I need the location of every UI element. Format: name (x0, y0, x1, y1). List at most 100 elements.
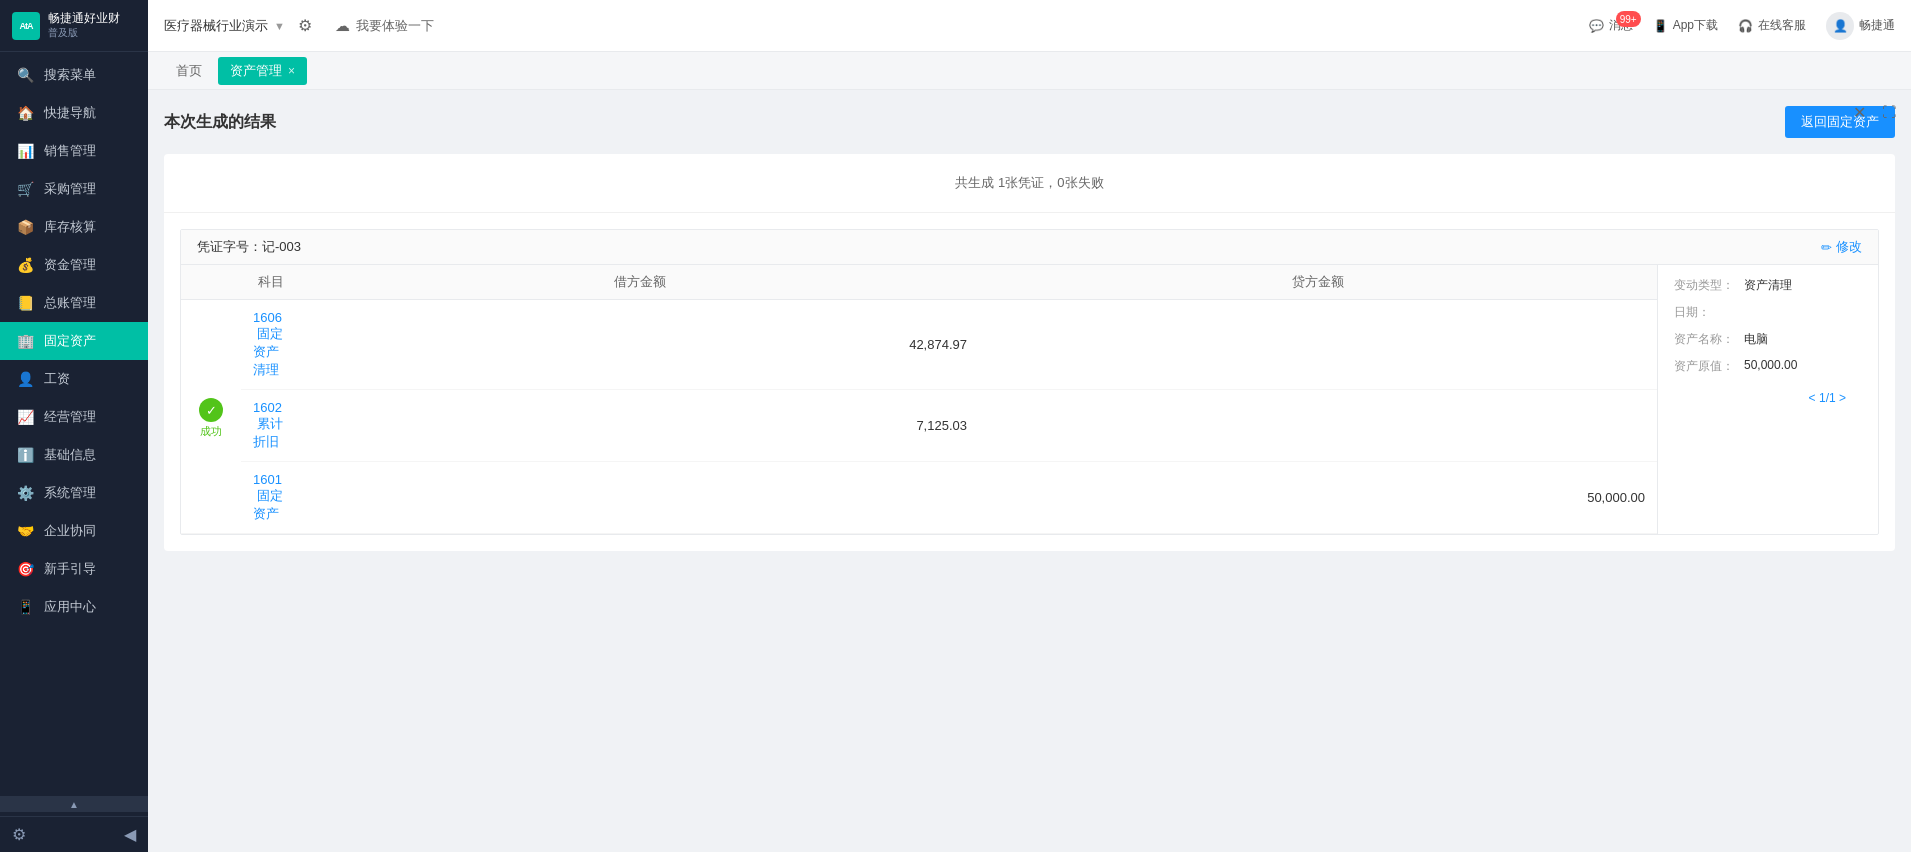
search-icon: 🔍 (16, 66, 34, 84)
close-panel-button[interactable]: ✕ (1847, 100, 1871, 124)
messages-button[interactable]: 💬 消息 99+ (1589, 17, 1633, 34)
online-service-button[interactable]: 🎧 在线客服 (1738, 17, 1806, 34)
sidebar-item-fixed-assets[interactable]: 🏢 固定资产 (0, 322, 148, 360)
tab-asset-management[interactable]: 资产管理 × (218, 57, 307, 85)
sidebar-item-ledger[interactable]: 📒 总账管理 (0, 284, 148, 322)
experience-cloud-icon: ☁ (335, 17, 350, 35)
sidebar-scroll-up[interactable]: ▲ (0, 796, 148, 812)
app-download-button[interactable]: 📱 App下载 (1653, 17, 1718, 34)
change-type-value: 资产清理 (1744, 277, 1792, 294)
experience-label: 我要体验一下 (356, 17, 434, 35)
pagination: < 1/1 > (1674, 385, 1862, 411)
asset-name-label: 资产名称： (1674, 331, 1744, 348)
sidebar-item-basic-info[interactable]: ℹ️ 基础信息 (0, 436, 148, 474)
sidebar-item-system[interactable]: ⚙️ 系统管理 (0, 474, 148, 512)
col-debit: 借方金额 (301, 265, 979, 300)
company-dropdown-icon: ▼ (274, 20, 285, 32)
sidebar-item-capital[interactable]: 💰 资金管理 (0, 246, 148, 284)
sidebar-bottom: ⚙ ◀ (0, 816, 148, 852)
sidebar-logo: AtA 畅捷通好业财 普及版 (0, 0, 148, 52)
voucher-number: 凭证字号：记-003 (197, 238, 301, 256)
voucher-block: 凭证字号：记-003 ✏ 修改 科目 (180, 229, 1879, 535)
sidebar-item-inventory[interactable]: 📦 库存核算 (0, 208, 148, 246)
app-center-icon: 📱 (16, 598, 34, 616)
settings-bottom-icon[interactable]: ⚙ (12, 825, 26, 844)
success-label: 成功 (200, 424, 222, 439)
ledger-icon: 📒 (16, 294, 34, 312)
pagination-prev[interactable]: < (1809, 391, 1816, 405)
capital-icon: 💰 (16, 256, 34, 274)
collapse-icon[interactable]: ◀ (124, 825, 136, 844)
credit-amount-cell: 50,000.00 (979, 462, 1657, 534)
row-status-cell: ✓ 成功 (181, 300, 241, 534)
topbar-settings-button[interactable]: ⚙ (291, 12, 319, 40)
logo-icon: AtA (12, 12, 40, 40)
messages-icon: 💬 (1589, 19, 1604, 33)
main-area: 医疗器械行业演示 ▼ ⚙ ☁ 我要体验一下 💬 消息 99+ 📱 App下载 🎧… (148, 0, 1911, 852)
enterprise-icon: 🤝 (16, 522, 34, 540)
logo-title: 畅捷通好业财 (48, 11, 120, 27)
user-profile-button[interactable]: 👤 畅捷通 (1826, 12, 1895, 40)
subject-name-cell: 1602 累计折旧 (241, 390, 301, 462)
sidebar-item-salary[interactable]: 👤 工资 (0, 360, 148, 398)
change-type-label: 变动类型： (1674, 277, 1744, 294)
page-header: 本次生成的结果 返回固定资产 (164, 106, 1895, 138)
home-icon: 🏠 (16, 104, 34, 122)
logo-subtitle: 普及版 (48, 26, 120, 40)
info-change-type: 变动类型： 资产清理 (1674, 277, 1862, 294)
sidebar-item-purchase[interactable]: 🛒 采购管理 (0, 170, 148, 208)
sidebar-item-enterprise[interactable]: 🤝 企业协同 (0, 512, 148, 550)
debit-amount-cell: 7,125.03 (301, 390, 979, 462)
fixed-assets-icon: 🏢 (16, 332, 34, 350)
sidebar-item-quick-nav[interactable]: 🏠 快捷导航 (0, 94, 148, 132)
table-row: 1601 固定资产 50,000.00 (181, 462, 1657, 534)
company-name: 医疗器械行业演示 (164, 17, 268, 35)
tab-close-button[interactable]: × (288, 64, 295, 78)
credit-amount-cell (979, 390, 1657, 462)
voucher-content: 科目 借方金额 贷方金额 ✓ (181, 265, 1878, 534)
table-row: ✓ 成功 1606 固定资产清理 42,874.97 (181, 300, 1657, 390)
sidebar: AtA 畅捷通好业财 普及版 🔍 搜索菜单 🏠 快捷导航 📊 销售管理 🛒 采购… (0, 0, 148, 852)
voucher-edit-button[interactable]: ✏ 修改 (1821, 238, 1862, 256)
info-asset-original: 资产原值： 50,000.00 (1674, 358, 1862, 375)
expand-panel-button[interactable]: ⛶ (1877, 100, 1901, 124)
col-subject: 科目 (241, 265, 301, 300)
messages-badge: 99+ (1616, 11, 1641, 27)
sidebar-item-search[interactable]: 🔍 搜索菜单 (0, 56, 148, 94)
table-row: 1602 累计折旧 7,125.03 (181, 390, 1657, 462)
col-credit: 贷方金额 (979, 265, 1657, 300)
tabbar: 首页 资产管理 × (148, 52, 1911, 90)
tab-home[interactable]: 首页 (164, 56, 214, 86)
topbar: 医疗器械行业演示 ▼ ⚙ ☁ 我要体验一下 💬 消息 99+ 📱 App下载 🎧… (148, 0, 1911, 52)
pagination-info: 1/1 (1819, 391, 1839, 405)
success-indicator: ✓ 成功 (193, 394, 229, 439)
purchase-icon: 🛒 (16, 180, 34, 198)
edit-icon: ✏ (1821, 240, 1832, 255)
info-asset-name: 资产名称： 电脑 (1674, 331, 1862, 348)
result-summary: 共生成 1张凭证，0张失败 (164, 154, 1895, 213)
experience-button[interactable]: ☁ 我要体验一下 (335, 17, 434, 35)
inventory-icon: 📦 (16, 218, 34, 236)
voucher-info-panel: 变动类型： 资产清理 日期： 资产名称： 电脑 资产原值： (1658, 265, 1878, 534)
sidebar-item-guide[interactable]: 🎯 新手引导 (0, 550, 148, 588)
col-status (181, 265, 241, 300)
page-title: 本次生成的结果 (164, 112, 276, 133)
success-circle-icon: ✓ (199, 398, 223, 422)
user-icon: 👤 (1833, 19, 1848, 33)
debit-amount-cell: 42,874.97 (301, 300, 979, 390)
topbar-right: 💬 消息 99+ 📱 App下载 🎧 在线客服 👤 畅捷通 (1589, 12, 1895, 40)
system-icon: ⚙️ (16, 484, 34, 502)
pagination-next[interactable]: > (1839, 391, 1846, 405)
subject-name-cell: 1606 固定资产清理 (241, 300, 301, 390)
sidebar-item-sales[interactable]: 📊 销售管理 (0, 132, 148, 170)
asset-name-value: 电脑 (1744, 331, 1768, 348)
sidebar-nav: 🔍 搜索菜单 🏠 快捷导航 📊 销售管理 🛒 采购管理 📦 库存核算 💰 资金管… (0, 52, 148, 796)
sales-icon: 📊 (16, 142, 34, 160)
service-icon: 🎧 (1738, 19, 1753, 33)
company-selector[interactable]: 医疗器械行业演示 ▼ (164, 17, 285, 35)
voucher-header: 凭证字号：记-003 ✏ 修改 (181, 230, 1878, 265)
basic-info-icon: ℹ️ (16, 446, 34, 464)
sidebar-item-management[interactable]: 📈 经营管理 (0, 398, 148, 436)
voucher-table: 科目 借方金额 贷方金额 ✓ (181, 265, 1657, 534)
sidebar-item-app-center[interactable]: 📱 应用中心 (0, 588, 148, 626)
